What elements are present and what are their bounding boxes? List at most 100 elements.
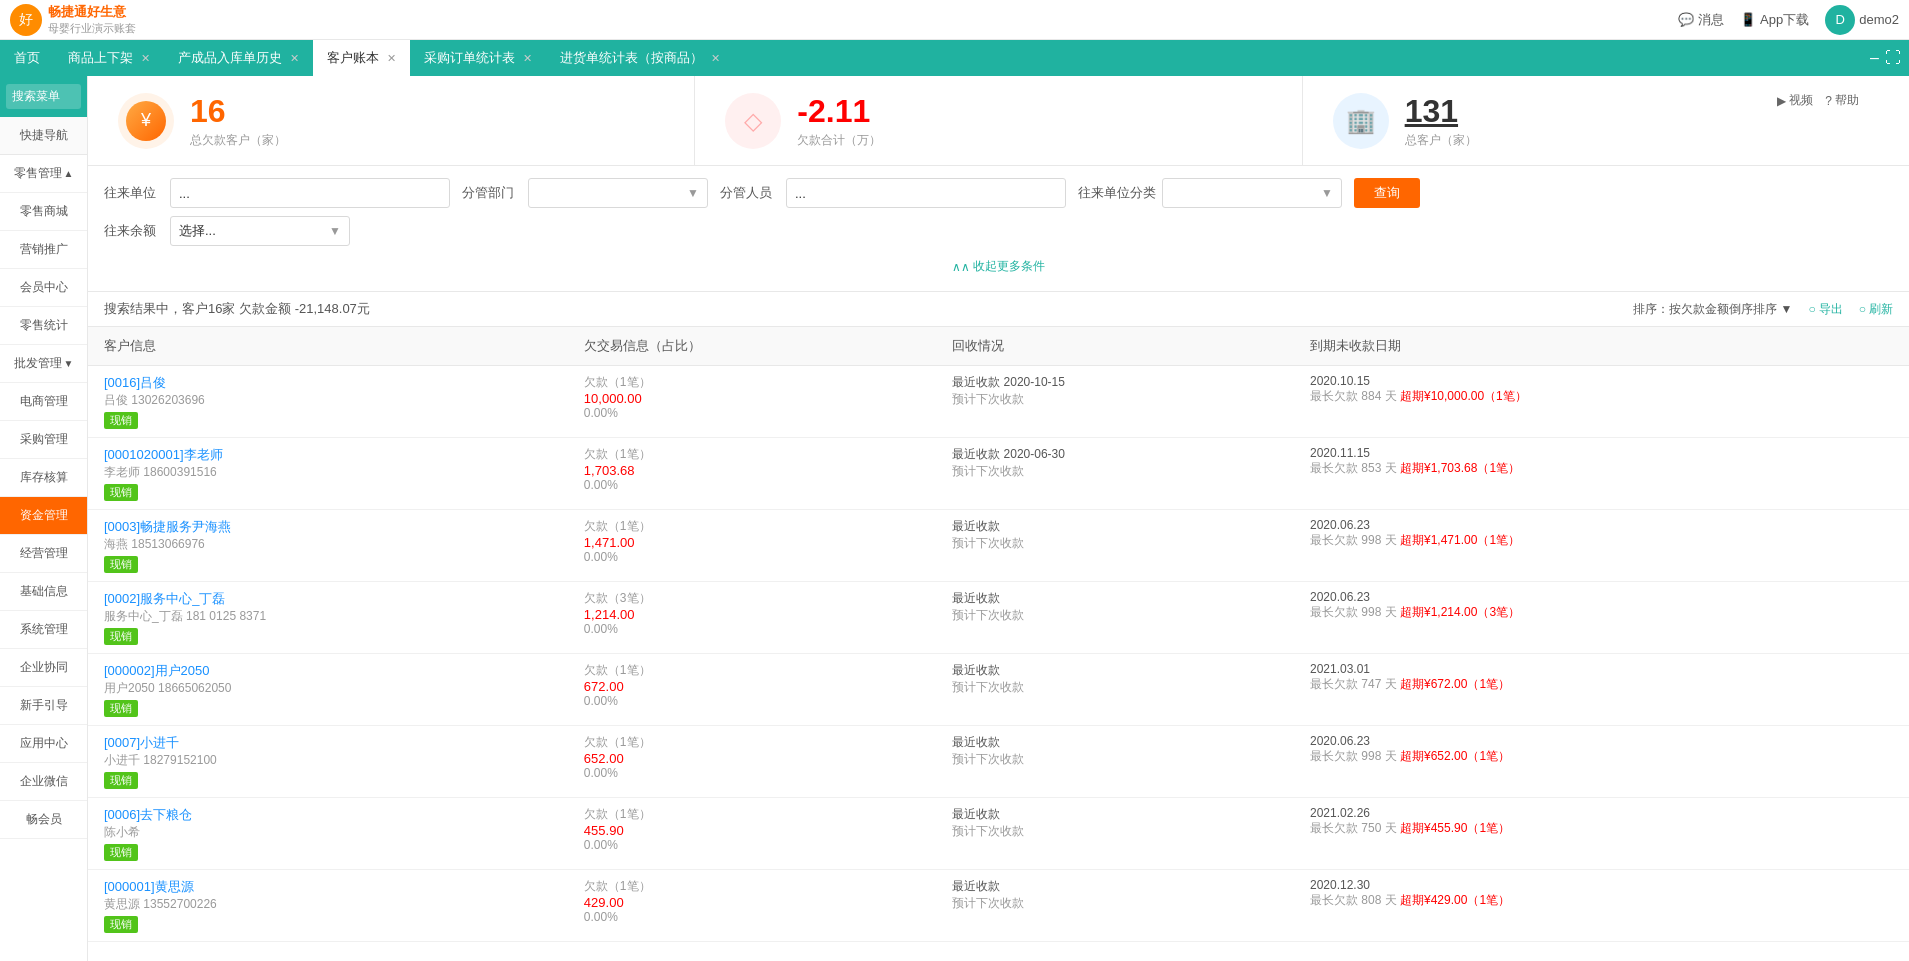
next-collect-2: 预计下次收款 <box>952 535 1278 552</box>
total-customers-number: 131 <box>1405 93 1477 130</box>
sidebar-item-ecommerce[interactable]: 电商管理 <box>0 383 87 421</box>
export-icon: ○ <box>1809 302 1816 316</box>
tab-product-offshelf[interactable]: 商品上下架 ✕ <box>54 40 164 76</box>
person-field: 分管人员 ... <box>720 178 1066 208</box>
overdue-amount-2[interactable]: 超期¥1,471.00（1笔） <box>1400 533 1520 547</box>
sidebar-item-retail-manage[interactable]: 零售管理 ▲ <box>0 155 87 193</box>
sidebar-item-retail-store[interactable]: 零售商城 <box>0 193 87 231</box>
table-header-row: 客户信息 欠交易信息（占比） 回收情况 到期未收款日期 <box>88 327 1909 366</box>
customer-name-2[interactable]: [0003]畅捷服务尹海燕 <box>104 518 552 536</box>
overdue-date-0: 2020.10.15 <box>1310 374 1893 388</box>
debt-amount-2[interactable]: 1,471.00 <box>584 535 920 550</box>
debt-amount-4[interactable]: 672.00 <box>584 679 920 694</box>
debt-amount-7[interactable]: 429.00 <box>584 895 920 910</box>
sidebar-item-retail-stats[interactable]: 零售统计 <box>0 307 87 345</box>
tab-customer-account[interactable]: 客户账本 ✕ <box>313 40 410 76</box>
tab-home[interactable]: 首页 <box>0 40 54 76</box>
sidebar-item-purchase-manage[interactable]: 采购管理 <box>0 421 87 459</box>
customer-name-0[interactable]: [0016]吕俊 <box>104 374 552 392</box>
customer-name-1[interactable]: [0001020001]李老师 <box>104 446 552 464</box>
cell-debt-7: 欠款（1笔） 429.00 0.00% <box>568 870 936 942</box>
tab-maximize-btn[interactable]: ⛶ <box>1885 49 1901 67</box>
tab-purchase-order-stats-close[interactable]: ✕ <box>523 52 532 65</box>
overdue-amount-number: -2.11 <box>797 93 881 130</box>
overdue-amount-5[interactable]: 超期¥652.00（1笔） <box>1400 749 1510 763</box>
sidebar-item-batch-manage[interactable]: 批发管理 ▼ <box>0 345 87 383</box>
customer-name-4[interactable]: [000002]用户2050 <box>104 662 552 680</box>
customer-tag-2: 现销 <box>104 556 138 573</box>
search-button[interactable]: 查询 <box>1354 178 1420 208</box>
overdue-amount-6[interactable]: 超期¥455.90（1笔） <box>1400 821 1510 835</box>
person-input[interactable]: ... <box>786 178 1066 208</box>
tab-minimize-btn[interactable]: – <box>1870 49 1879 67</box>
user-menu[interactable]: D demo2 <box>1825 5 1899 35</box>
customer-name-5[interactable]: [0007]小进千 <box>104 734 552 752</box>
last-collect-5: 最近收款 <box>952 734 1278 751</box>
overdue-amount-0[interactable]: 超期¥10,000.00（1笔） <box>1400 389 1527 403</box>
sidebar-item-ops-manage[interactable]: 经营管理 <box>0 535 87 573</box>
export-btn[interactable]: ○ 导出 <box>1809 301 1843 318</box>
search-menu-btn[interactable]: 搜索菜单 <box>6 84 81 109</box>
debt-count-2: 欠款（1笔） <box>584 518 920 535</box>
sidebar-item-app-center[interactable]: 应用中心 <box>0 725 87 763</box>
customer-name-7[interactable]: [000001]黄思源 <box>104 878 552 896</box>
tab-purchase-stats[interactable]: 进货单统计表（按商品） ✕ <box>546 40 734 76</box>
building-icon: 🏢 <box>1341 101 1381 141</box>
tab-production-history[interactable]: 产成品入库单历史 ✕ <box>164 40 313 76</box>
dept-field: 分管部门 ▼ <box>462 178 708 208</box>
balance-field: 往来余额 选择... ▼ <box>104 216 350 246</box>
message-btn[interactable]: 💬 消息 <box>1678 11 1724 29</box>
sidebar-quick-nav[interactable]: 快捷导航 <box>0 117 87 155</box>
debt-amount-3[interactable]: 1,214.00 <box>584 607 920 622</box>
sort-selector[interactable]: 排序：按欠款金额倒序排序 ▼ <box>1633 301 1793 318</box>
from-unit-input[interactable]: ... <box>170 178 450 208</box>
debt-amount-6[interactable]: 455.90 <box>584 823 920 838</box>
collapse-btn[interactable]: ∧∧ 收起更多条件 <box>952 258 1045 275</box>
overdue-date-7: 2020.12.30 <box>1310 878 1893 892</box>
help-btn[interactable]: ? 帮助 <box>1825 92 1859 109</box>
sidebar-item-capital-manage[interactable]: 资金管理 <box>0 497 87 535</box>
customer-name-6[interactable]: [0006]去下粮仓 <box>104 806 552 824</box>
sidebar-item-member[interactable]: 畅会员 <box>0 801 87 839</box>
overdue-date-4: 2021.03.01 <box>1310 662 1893 676</box>
video-help-btn[interactable]: ▶ 视频 <box>1777 92 1813 109</box>
debt-count-0: 欠款（1笔） <box>584 374 920 391</box>
debt-amount-0[interactable]: 10,000.00 <box>584 391 920 406</box>
sidebar-item-marketing[interactable]: 营销推广 <box>0 231 87 269</box>
debt-amount-1[interactable]: 1,703.68 <box>584 463 920 478</box>
sidebar-item-new-guide[interactable]: 新手引导 <box>0 687 87 725</box>
top-bar-left: 好 畅捷通好生意 母婴行业演示账套 <box>10 3 210 36</box>
tab-purchase-order-stats-label: 采购订单统计表 <box>424 49 515 67</box>
app-download-btn[interactable]: 📱 App下载 <box>1740 11 1809 29</box>
sidebar-item-basic-info[interactable]: 基础信息 <box>0 573 87 611</box>
tab-bar-end: – ⛶ <box>1870 49 1909 67</box>
sidebar-item-inventory[interactable]: 库存核算 <box>0 459 87 497</box>
overdue-amount-4[interactable]: 超期¥672.00（1笔） <box>1400 677 1510 691</box>
tab-purchase-stats-close[interactable]: ✕ <box>711 52 720 65</box>
balance-select[interactable]: 选择... ▼ <box>170 216 350 246</box>
next-collect-4: 预计下次收款 <box>952 679 1278 696</box>
sidebar-item-member-center[interactable]: 会员中心 <box>0 269 87 307</box>
overdue-amount-1[interactable]: 超期¥1,703.68（1笔） <box>1400 461 1520 475</box>
overdue-amount-3[interactable]: 超期¥1,214.00（3笔） <box>1400 605 1520 619</box>
sidebar-item-enterprise-collab[interactable]: 企业协同 <box>0 649 87 687</box>
table-row: [0007]小进千 小进千 18279152100 现销 欠款（1笔） 652.… <box>88 726 1909 798</box>
overdue-amount-7[interactable]: 超期¥429.00（1笔） <box>1400 893 1510 907</box>
sidebar-item-system-manage[interactable]: 系统管理 <box>0 611 87 649</box>
overdue-days-0: 最长欠款 884 天 超期¥10,000.00（1笔） <box>1310 388 1893 405</box>
tab-production-history-close[interactable]: ✕ <box>290 52 299 65</box>
tab-product-offshelf-close[interactable]: ✕ <box>141 52 150 65</box>
customer-name-3[interactable]: [0002]服务中心_丁磊 <box>104 590 552 608</box>
tab-purchase-order-stats[interactable]: 采购订单统计表 ✕ <box>410 40 546 76</box>
customer-tag-4: 现销 <box>104 700 138 717</box>
stat-icon-building: 🏢 <box>1333 93 1389 149</box>
unit-class-select[interactable]: ▼ <box>1162 178 1342 208</box>
sidebar-item-enterprise-wechat[interactable]: 企业微信 <box>0 763 87 801</box>
debt-amount-5[interactable]: 652.00 <box>584 751 920 766</box>
debt-count-4: 欠款（1笔） <box>584 662 920 679</box>
tab-customer-account-close[interactable]: ✕ <box>387 52 396 65</box>
refresh-btn[interactable]: ○ 刷新 <box>1859 301 1893 318</box>
debt-count-6: 欠款（1笔） <box>584 806 920 823</box>
cell-customer-3: [0002]服务中心_丁磊 服务中心_丁磊 181 0125 8371 现销 <box>88 582 568 654</box>
dept-select[interactable]: ▼ <box>528 178 708 208</box>
